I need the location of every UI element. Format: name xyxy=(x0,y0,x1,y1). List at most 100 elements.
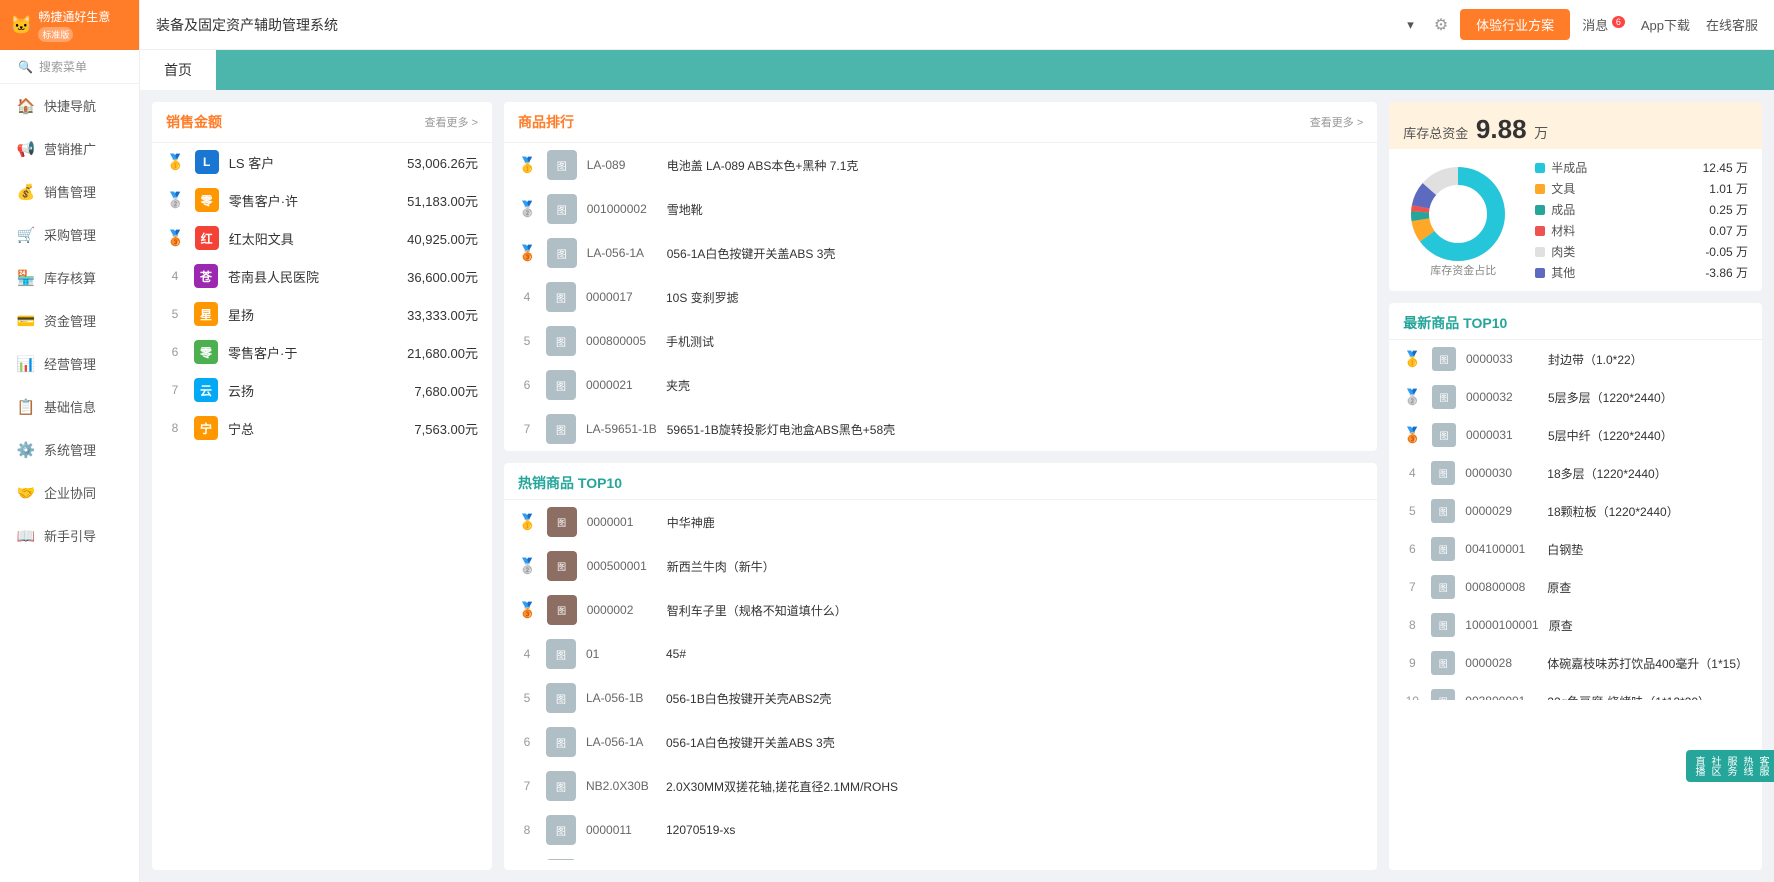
medal-bronze: 🥉 xyxy=(518,244,537,262)
hot-product-img-1: 图 xyxy=(547,551,577,581)
hot-product-row-7: 8 图 0000011 12070519-xs xyxy=(504,808,1377,852)
medal-silver: 🥈 xyxy=(1403,388,1422,406)
latest-product-img-7: 图 xyxy=(1431,613,1455,637)
sidebar-nav-item-0[interactable]: 🏠快捷导航 xyxy=(0,84,139,127)
product-rank-name-6: 59651-1B旋转投影灯电池盒ABS黑色+58壳 xyxy=(667,421,1364,438)
product-rank-code-1: 001000002 xyxy=(587,202,657,216)
legend-dot-0 xyxy=(1535,163,1545,173)
sidebar-nav-item-5[interactable]: 💳资金管理 xyxy=(0,299,139,342)
nav-label-0: 快捷导航 xyxy=(44,96,96,115)
latest-product-code-3: 0000030 xyxy=(1465,466,1537,480)
hot-products-panel: 热销商品 TOP10 🥇 图 0000001 中华神鹿 🥈 图 00050000… xyxy=(504,463,1377,870)
latest-product-name-7: 原查 xyxy=(1549,617,1748,634)
subnav-home[interactable]: 首页 xyxy=(140,50,216,90)
sidebar-nav: 🏠快捷导航📢营销推广💰销售管理🛒采购管理🏪库存核算💳资金管理📊经营管理📋基础信息… xyxy=(0,84,139,557)
legend-item-0: 半成品 12.45 万 xyxy=(1535,159,1748,176)
legend-item-3: 材料 0.07 万 xyxy=(1535,222,1748,239)
rank-num: 4 xyxy=(518,647,536,661)
product-rank-img-5: 图 xyxy=(546,370,576,400)
customer-name-5: 零售客户·于 xyxy=(228,343,397,362)
nav-label-5: 资金管理 xyxy=(44,311,96,330)
customer-name-4: 星扬 xyxy=(228,305,397,324)
rank-num: 9 xyxy=(1403,656,1421,670)
sidebar-nav-item-10[interactable]: 📖新手引导 xyxy=(0,514,139,557)
latest-product-code-2: 0000031 xyxy=(1466,428,1538,442)
nav-icon-7: 📋 xyxy=(16,398,36,416)
sidebar-nav-item-6[interactable]: 📊经营管理 xyxy=(0,342,139,385)
hot-product-name-1: 新西兰牛肉（新牛） xyxy=(667,558,1364,575)
customer-name-3: 苍南县人民医院 xyxy=(228,267,397,286)
hot-product-row-5: 6 图 LA-056-1A 056-1A白色按键开关盖ABS 3壳 xyxy=(504,720,1377,764)
hot-product-img-7: 图 xyxy=(546,815,576,845)
donut-label: 库存资金占比 xyxy=(1403,262,1523,278)
customer-name-1: 零售客户·许 xyxy=(229,191,397,210)
customer-amount-2: 40,925.00元 xyxy=(407,229,478,248)
customer-row-4: 5 星 星扬 33,333.00元 xyxy=(152,295,492,333)
sidebar-nav-item-2[interactable]: 💰销售管理 xyxy=(0,170,139,213)
hot-product-name-5: 056-1A白色按键开关盖ABS 3壳 xyxy=(666,734,1363,751)
hot-product-row-0: 🥇 图 0000001 中华神鹿 xyxy=(504,500,1377,544)
latest-product-code-1: 0000032 xyxy=(1466,390,1538,404)
customer-row-2: 🥉 红 红太阳文具 40,925.00元 xyxy=(152,219,492,257)
hot-product-code-7: 0000011 xyxy=(586,823,656,837)
nav-icon-8: ⚙️ xyxy=(16,441,36,459)
hot-product-code-6: NB2.0X30B xyxy=(586,779,656,793)
app-download-link[interactable]: App下载 xyxy=(1641,15,1690,34)
product-ranking-more[interactable]: 查看更多 > xyxy=(1310,114,1363,130)
latest-product-row-6: 7 图 000800008 原查 xyxy=(1389,568,1762,606)
hot-product-row-3: 4 图 01 45# xyxy=(504,632,1377,676)
product-rank-name-5: 夹壳 xyxy=(666,377,1363,394)
online-service-link[interactable]: 在线客服 xyxy=(1706,15,1758,34)
hot-product-name-0: 中华神鹿 xyxy=(667,514,1364,531)
rank-num: 8 xyxy=(1403,618,1421,632)
trial-button[interactable]: 体验行业方案 xyxy=(1460,9,1570,40)
latest-product-img-8: 图 xyxy=(1431,651,1455,675)
nav-label-4: 库存核算 xyxy=(44,268,96,287)
latest-product-img-2: 图 xyxy=(1432,423,1456,447)
inventory-body: 库存资金占比 半成品 12.45 万 文具 1.01 万 成品 0.25 万 材… xyxy=(1389,149,1762,291)
hot-product-row-4: 5 图 LA-056-1B 056-1B白色按键开关壳ABS2壳 xyxy=(504,676,1377,720)
latest-product-name-4: 18颗粒板（1220*2440） xyxy=(1547,503,1748,520)
latest-product-row-8: 9 图 0000028 体碗嘉枝味苏打饮品400毫升（1*15） xyxy=(1389,644,1762,682)
legend-item-4: 肉类 -0.05 万 xyxy=(1535,243,1748,260)
sidebar-nav-item-3[interactable]: 🛒采购管理 xyxy=(0,213,139,256)
search-icon: 🔍 xyxy=(18,60,33,74)
message-link[interactable]: 消息 6 xyxy=(1582,15,1625,34)
customer-avatar-1: 零 xyxy=(195,188,219,212)
rank-num: 5 xyxy=(1403,504,1421,518)
rank-num: 7 xyxy=(518,422,536,436)
product-rank-row-4: 5 图 000800005 手机测试 xyxy=(504,319,1377,363)
latest-product-row-7: 8 图 10000100001 原查 xyxy=(1389,606,1762,644)
float-customer-service[interactable]: 客服 热线 服务 社区 直播 xyxy=(1686,750,1774,782)
sidebar-nav-item-4[interactable]: 🏪库存核算 xyxy=(0,256,139,299)
latest-product-row-3: 4 图 0000030 18多层（1220*2440） xyxy=(1389,454,1762,492)
product-rank-img-3: 图 xyxy=(546,282,576,312)
latest-product-code-9: 003800001 xyxy=(1465,694,1537,700)
hot-products-list: 🥇 图 0000001 中华神鹿 🥈 图 000500001 新西兰牛肉（新牛）… xyxy=(504,500,1377,860)
hot-product-name-2: 智利车子里（规格不知道填什么） xyxy=(667,602,1364,619)
customer-amount-7: 7,563.00元 xyxy=(414,419,478,438)
sidebar-nav-item-7[interactable]: 📋基础信息 xyxy=(0,385,139,428)
medal-bronze: 🥉 xyxy=(518,601,537,619)
sales-ranking-more[interactable]: 查看更多 > xyxy=(425,114,478,130)
legend-dot-4 xyxy=(1535,247,1545,257)
hot-product-name-6: 2.0X30MM双搓花轴,搓花直径2.1MM/ROHS xyxy=(666,778,1363,795)
legend-name-2: 成品 xyxy=(1551,201,1703,218)
hot-product-img-6: 图 xyxy=(546,771,576,801)
sidebar-nav-item-1[interactable]: 📢营销推广 xyxy=(0,127,139,170)
latest-products-header: 最新商品 TOP10 xyxy=(1389,303,1762,340)
rank-num: 8 xyxy=(166,421,184,435)
sidebar-nav-item-8[interactable]: ⚙️系统管理 xyxy=(0,428,139,471)
medal-gold: 🥇 xyxy=(166,153,185,171)
cs-line-4: 社区 xyxy=(1706,756,1722,776)
gear-icon[interactable]: ⚙ xyxy=(1434,15,1448,35)
topbar-dropdown[interactable]: ▾ xyxy=(1407,17,1414,33)
legend-dot-5 xyxy=(1535,268,1545,278)
legend-item-5: 其他 -3.86 万 xyxy=(1535,264,1748,281)
product-ranking-title: 商品排行 xyxy=(518,112,574,132)
sidebar-nav-item-9[interactable]: 🤝企业协同 xyxy=(0,471,139,514)
latest-product-code-8: 0000028 xyxy=(1465,656,1537,670)
mid-column: 商品排行 查看更多 > 🥇 图 LA-089 电池盖 LA-089 ABS本色+… xyxy=(504,102,1377,870)
rank-num: 7 xyxy=(518,779,536,793)
search-menu[interactable]: 🔍 搜索菜单 xyxy=(0,50,139,84)
